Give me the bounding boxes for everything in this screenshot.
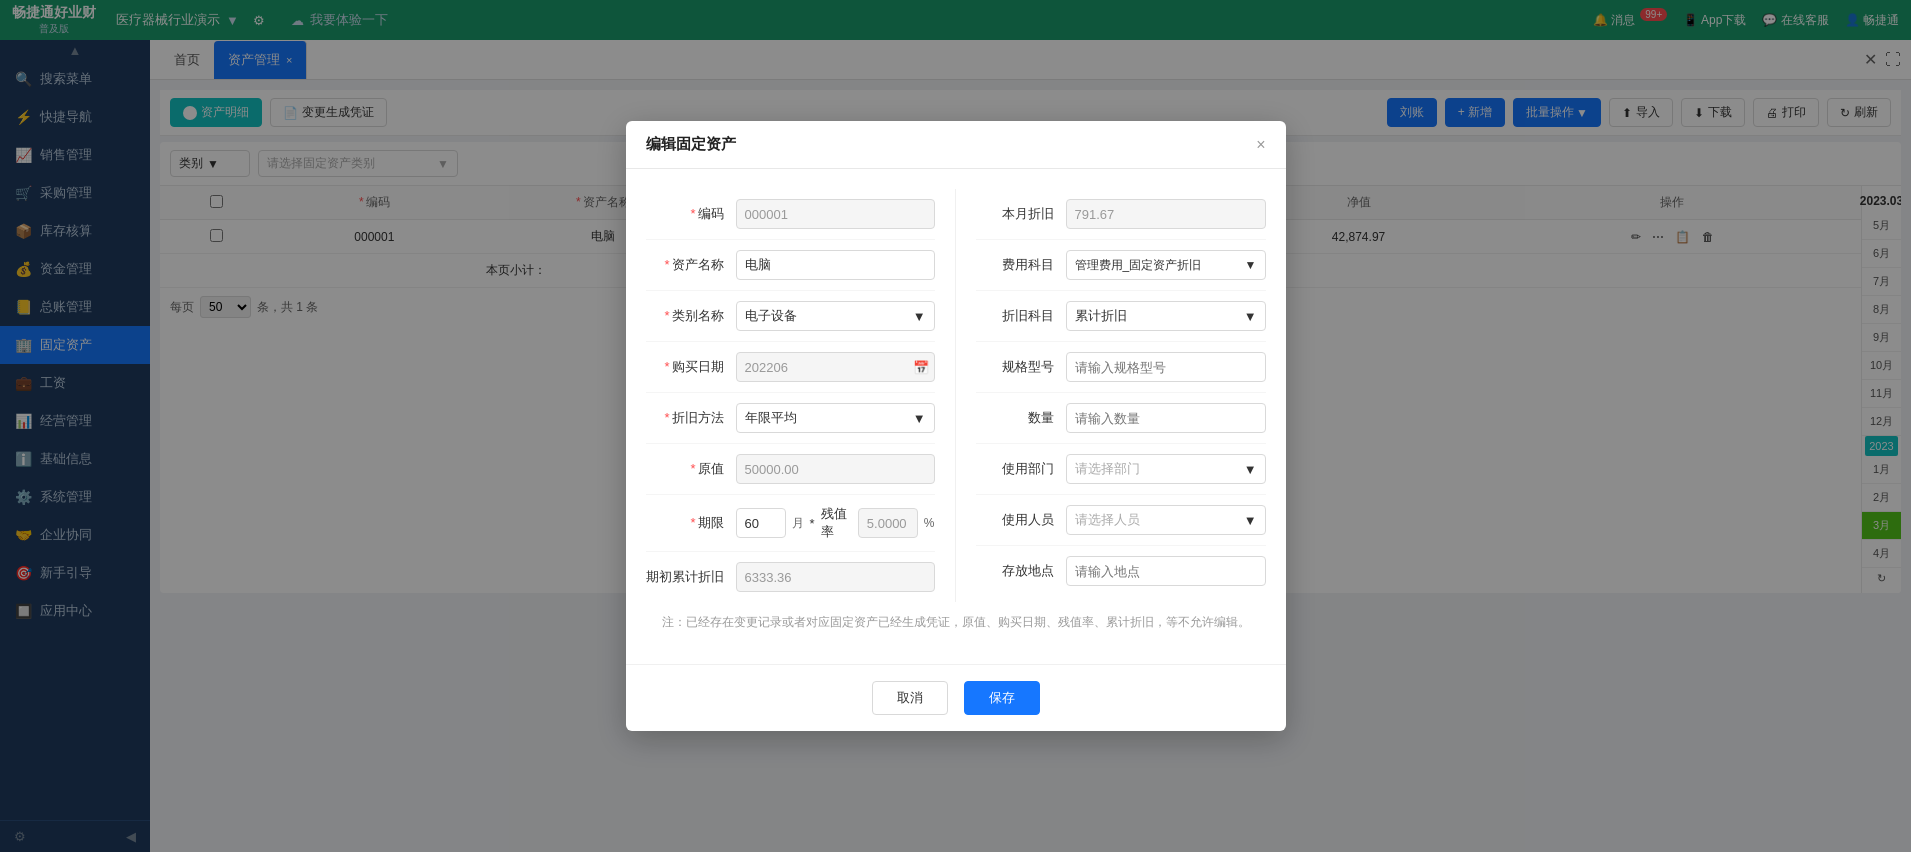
depr-subject-label: 折旧科目 bbox=[976, 307, 1066, 325]
dept-select-wrap: 请选择部门 ▼ bbox=[1066, 454, 1266, 484]
main-area: ▲ 🔍 搜索菜单 ⚡ 快捷导航 📈 销售管理 🛒 采购管理 📦 库存核算 bbox=[0, 40, 1911, 852]
form-row-code: *编码 bbox=[646, 189, 935, 240]
original-value-input[interactable] bbox=[736, 454, 935, 484]
form-row-depr-method: *折旧方法 年限平均 ▼ bbox=[646, 393, 935, 444]
personnel-chevron-icon: ▼ bbox=[1244, 513, 1257, 528]
period-inline: 月 * 残值率 % bbox=[736, 505, 935, 541]
depr-method-select[interactable]: 年限平均 ▼ bbox=[736, 403, 935, 433]
form-row-quantity: 数量 bbox=[976, 393, 1266, 444]
page-content: 资产明细 📄 变更生成凭证 刘账 + 新增 批量 bbox=[150, 80, 1911, 852]
spec-model-input-wrap bbox=[1066, 352, 1266, 382]
modal-body: *编码 *资产名称 bbox=[626, 169, 1286, 664]
modal-note: 注：已经存在变更记录或者对应固定资产已经生成凭证，原值、购买日期、残值率、累计折… bbox=[646, 602, 1266, 644]
dept-select[interactable]: 请选择部门 ▼ bbox=[1066, 454, 1266, 484]
initial-accum-depr-label: 期初累计折旧 bbox=[646, 568, 736, 586]
form-row-purchase-date: *购买日期 📅 bbox=[646, 342, 935, 393]
form-row-expense-subject: 费用科目 管理费用_固定资产折旧 ▼ bbox=[976, 240, 1266, 291]
original-value-label: *原值 bbox=[646, 460, 736, 478]
content-area: 首页 资产管理 × ✕ ⛶ 资产明细 bbox=[150, 40, 1911, 852]
asset-name-input-wrap bbox=[736, 250, 935, 280]
monthly-depr-input[interactable] bbox=[1066, 199, 1266, 229]
residual-rate-input[interactable] bbox=[858, 508, 918, 538]
form-row-dept: 使用部门 请选择部门 ▼ bbox=[976, 444, 1266, 495]
form-row-spec-model: 规格型号 bbox=[976, 342, 1266, 393]
personnel-label: 使用人员 bbox=[976, 511, 1066, 529]
location-input-wrap bbox=[1066, 556, 1266, 586]
form-row-personnel: 使用人员 请选择人员 ▼ bbox=[976, 495, 1266, 546]
purchase-date-label: *购买日期 bbox=[646, 358, 736, 376]
location-input[interactable] bbox=[1066, 556, 1266, 586]
code-input-wrap bbox=[736, 199, 935, 229]
expense-subject-chevron-icon: ▼ bbox=[1245, 258, 1257, 272]
depr-method-chevron-icon: ▼ bbox=[913, 411, 926, 426]
modal-close-btn[interactable]: × bbox=[1256, 136, 1265, 154]
quantity-input[interactable] bbox=[1066, 403, 1266, 433]
dept-label: 使用部门 bbox=[976, 460, 1066, 478]
form-row-original-value: *原值 bbox=[646, 444, 935, 495]
category-select-wrap: 电子设备 ▼ bbox=[736, 301, 935, 331]
residual-rate-unit: % bbox=[924, 516, 935, 530]
depr-method-label: *折旧方法 bbox=[646, 409, 736, 427]
modal-footer: 取消 保存 bbox=[626, 664, 1286, 731]
form-grid: *编码 *资产名称 bbox=[646, 189, 1266, 602]
modal-header: 编辑固定资产 × bbox=[626, 121, 1286, 169]
personnel-select-wrap: 请选择人员 ▼ bbox=[1066, 505, 1266, 535]
edit-asset-modal: 编辑固定资产 × *编码 bbox=[626, 121, 1286, 731]
cancel-button[interactable]: 取消 bbox=[872, 681, 948, 715]
location-label: 存放地点 bbox=[976, 562, 1066, 580]
expense-subject-select-wrap: 管理费用_固定资产折旧 ▼ bbox=[1066, 250, 1266, 280]
form-row-asset-name: *资产名称 bbox=[646, 240, 935, 291]
period-label: *期限 bbox=[646, 514, 736, 532]
modal-overlay: 编辑固定资产 × *编码 bbox=[150, 80, 1911, 852]
form-row-category: *类别名称 电子设备 ▼ bbox=[646, 291, 935, 342]
monthly-depr-input-wrap bbox=[1066, 199, 1266, 229]
initial-accum-depr-input[interactable] bbox=[736, 562, 935, 592]
spec-model-input[interactable] bbox=[1066, 352, 1266, 382]
spec-model-label: 规格型号 bbox=[976, 358, 1066, 376]
category-chevron-icon: ▼ bbox=[913, 309, 926, 324]
category-name-label: *类别名称 bbox=[646, 307, 736, 325]
modal-title: 编辑固定资产 bbox=[646, 135, 736, 154]
form-row-period: *期限 月 * 残值率 % bbox=[646, 495, 935, 552]
personnel-select[interactable]: 请选择人员 ▼ bbox=[1066, 505, 1266, 535]
depr-subject-select[interactable]: 累计折旧 ▼ bbox=[1066, 301, 1266, 331]
depr-method-select-wrap: 年限平均 ▼ bbox=[736, 403, 935, 433]
form-col-right: 本月折旧 费用科目 bbox=[956, 189, 1266, 602]
form-row-location: 存放地点 bbox=[976, 546, 1266, 596]
depr-subject-select-wrap: 累计折旧 ▼ bbox=[1066, 301, 1266, 331]
purchase-date-input-wrap: 📅 bbox=[736, 352, 935, 382]
period-unit: 月 bbox=[792, 515, 804, 532]
initial-accum-depr-input-wrap bbox=[736, 562, 935, 592]
form-col-left: *编码 *资产名称 bbox=[646, 189, 956, 602]
period-input[interactable] bbox=[736, 508, 786, 538]
asset-name-input[interactable] bbox=[736, 250, 935, 280]
save-button[interactable]: 保存 bbox=[964, 681, 1040, 715]
category-select[interactable]: 电子设备 ▼ bbox=[736, 301, 935, 331]
code-input[interactable] bbox=[736, 199, 935, 229]
quantity-label: 数量 bbox=[976, 409, 1066, 427]
expense-subject-label: 费用科目 bbox=[976, 256, 1066, 274]
expense-subject-select[interactable]: 管理费用_固定资产折旧 ▼ bbox=[1066, 250, 1266, 280]
depr-subject-chevron-icon: ▼ bbox=[1244, 309, 1257, 324]
form-row-monthly-depr: 本月折旧 bbox=[976, 189, 1266, 240]
form-row-initial-accum-depr: 期初累计折旧 bbox=[646, 552, 935, 602]
form-row-depr-subject: 折旧科目 累计折旧 ▼ bbox=[976, 291, 1266, 342]
calendar-icon[interactable]: 📅 bbox=[913, 360, 929, 375]
app-container: 畅捷通好业财 普及版 医疗器械行业演示 ▼ ⚙ ☁ 我要体验一下 🔔 消息 99… bbox=[0, 0, 1911, 852]
quantity-input-wrap bbox=[1066, 403, 1266, 433]
residual-rate-label: 残值率 bbox=[821, 505, 852, 541]
dept-chevron-icon: ▼ bbox=[1244, 462, 1257, 477]
code-label: *编码 bbox=[646, 205, 736, 223]
original-value-input-wrap bbox=[736, 454, 935, 484]
monthly-depr-label: 本月折旧 bbox=[976, 205, 1066, 223]
purchase-date-input[interactable] bbox=[736, 352, 935, 382]
asset-name-label: *资产名称 bbox=[646, 256, 736, 274]
